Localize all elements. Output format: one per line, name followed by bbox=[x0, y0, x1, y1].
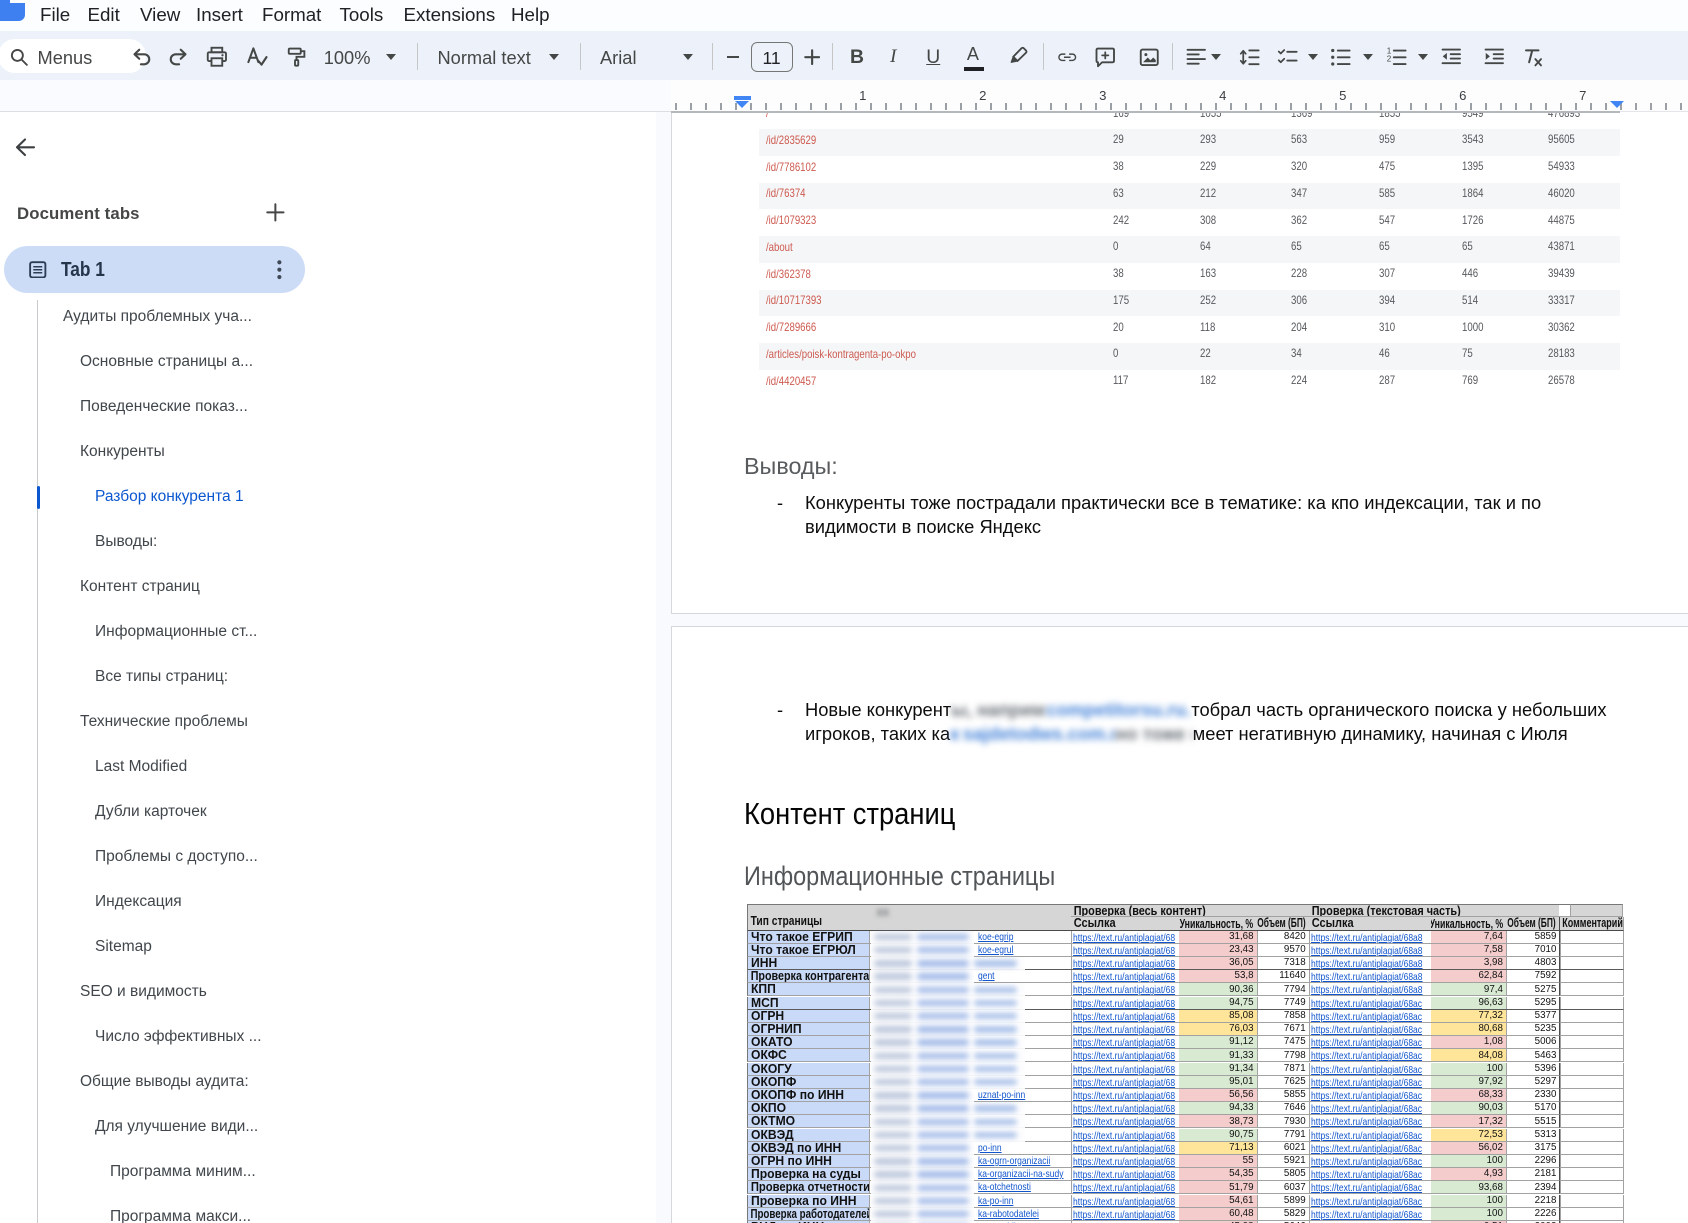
svg-text:2: 2 bbox=[1387, 55, 1392, 64]
